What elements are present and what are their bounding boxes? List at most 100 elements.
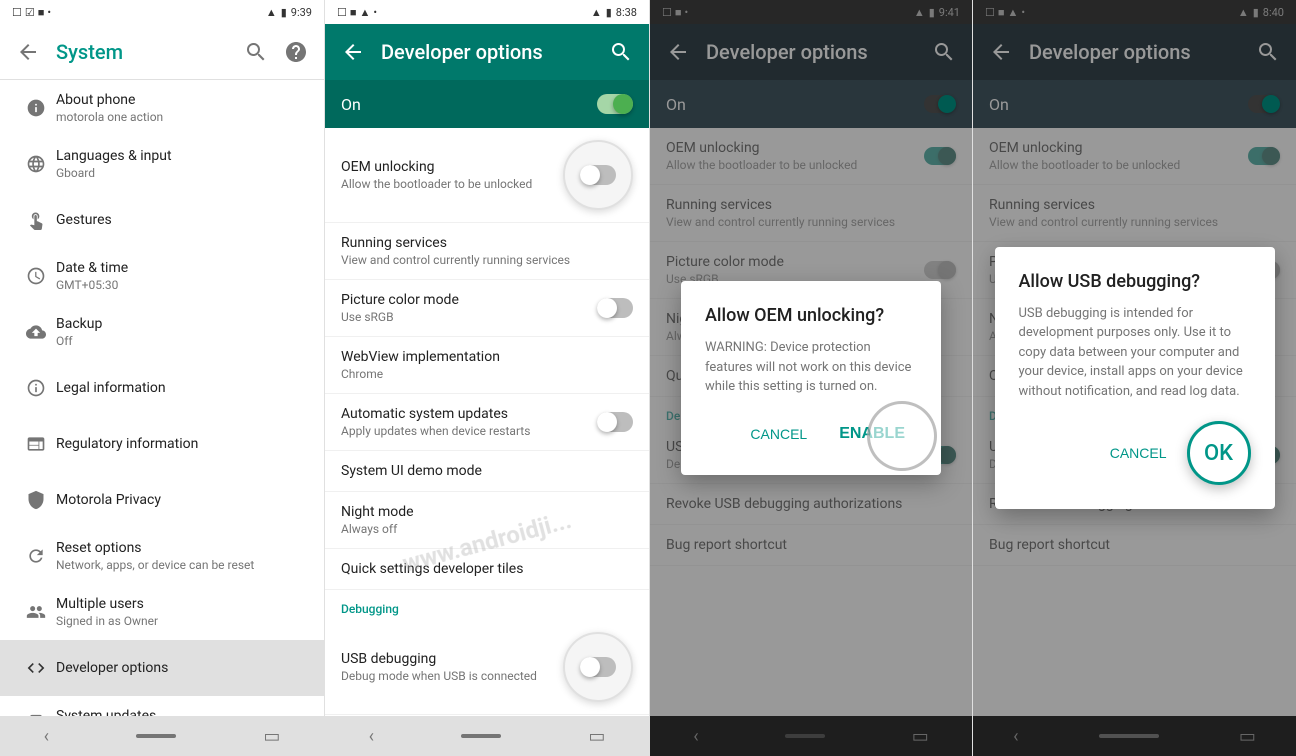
status-right-1: ▲ ▮ 9:39 <box>266 6 312 19</box>
nav-bar-1: ‹ ▭ <box>0 716 324 756</box>
usb-dialog-overlay: Allow USB debugging? USB debugging is in… <box>973 0 1296 756</box>
privacy-text: Motorola Privacy <box>56 492 308 508</box>
oem-toggle[interactable] <box>580 165 616 185</box>
settings-item-privacy[interactable]: Motorola Privacy <box>0 472 324 528</box>
running-text: Running services View and control curren… <box>341 235 633 267</box>
reset-icon <box>16 546 56 566</box>
oem-dialog-buttons: Cancel Enable <box>705 417 917 451</box>
dev-item-sysui[interactable]: System UI demo mode <box>325 451 649 492</box>
picture-text: Picture color mode Use sRGB <box>341 292 597 324</box>
usb-toggle-circle[interactable] <box>563 632 633 702</box>
nav-back-2[interactable]: ‹ <box>369 726 374 747</box>
settings-item-regulatory[interactable]: Regulatory information <box>0 416 324 472</box>
settings-item-gestures[interactable]: Gestures <box>0 192 324 248</box>
picture-toggle[interactable] <box>597 298 633 318</box>
status-bar-2: ☐ ■ ▲ • ▲ ▮ 8:38 <box>325 0 649 24</box>
oem-dialog-overlay: Allow OEM unlocking? WARNING: Device pro… <box>650 0 972 756</box>
dev-item-usb[interactable]: USB debugging Debug mode when USB is con… <box>325 620 649 715</box>
gestures-text: Gestures <box>56 212 308 228</box>
usb-ok-circle[interactable]: OK <box>1187 421 1251 485</box>
status-bar-1: ☐ ☑ ■ • ▲ ▮ 9:39 <box>0 0 324 24</box>
nav-back-1[interactable]: ‹ <box>44 726 49 747</box>
dev-item-picture[interactable]: Picture color mode Use sRGB <box>325 280 649 337</box>
usb-dialog-title: Allow USB debugging? <box>1019 271 1251 292</box>
wifi-icon: ▲ <box>266 6 277 19</box>
nav-recent-1[interactable]: ▭ <box>263 726 280 747</box>
back-button[interactable] <box>16 40 40 64</box>
sysui-text: System UI demo mode <box>341 463 633 479</box>
oem-cancel-button[interactable]: Cancel <box>738 417 819 451</box>
regulatory-icon <box>16 434 56 454</box>
dev-item-quicksettings[interactable]: Quick settings developer tiles <box>325 549 649 590</box>
status-icons-left: ☐ ☑ ■ • <box>12 6 51 19</box>
dev-item-webview[interactable]: WebView implementation Chrome <box>325 337 649 394</box>
languages-text: Languages & input Gboard <box>56 148 308 180</box>
info-icon <box>16 98 56 118</box>
users-text: Multiple users Signed in as Owner <box>56 596 308 628</box>
systemupdate-text: System updates Updated to Android 9 <box>56 708 308 716</box>
dev-toggle-2[interactable] <box>597 94 633 114</box>
debugging-section-2: Debugging <box>325 590 649 620</box>
notification-icon: ☐ <box>12 6 22 19</box>
users-icon <box>16 602 56 622</box>
oem-dialog-title: Allow OEM unlocking? <box>705 305 917 326</box>
system-appbar: System <box>0 24 324 80</box>
developer-options-oem-panel: ☐ ■ • ▲ ▮ 9:41 Developer options On OEM … <box>650 0 973 756</box>
nav-home-1[interactable] <box>136 734 176 738</box>
autoupdate-toggle[interactable] <box>597 412 633 432</box>
dev-item-autoupdate[interactable]: Automatic system updates Apply updates w… <box>325 394 649 451</box>
legal-text: Legal information <box>56 380 308 396</box>
language-icon <box>16 154 56 174</box>
dev-item-oem[interactable]: OEM unlocking Allow the bootloader to be… <box>325 128 649 223</box>
usb-dialog: Allow USB debugging? USB debugging is in… <box>995 247 1275 510</box>
nav-home-2[interactable] <box>461 734 501 738</box>
settings-item-systemupdate[interactable]: System updates Updated to Android 9 <box>0 696 324 716</box>
settings-item-about[interactable]: About phone motorola one action <box>0 80 324 136</box>
oem-toggle-circle[interactable] <box>563 140 633 210</box>
file-icon: ☑ <box>25 6 35 19</box>
dev-item-nightmode[interactable]: Night mode Always off <box>325 492 649 549</box>
signal-icon-2: ☐ <box>337 6 347 19</box>
about-text: About phone motorola one action <box>56 92 308 124</box>
lock-icon-2: ■ <box>350 6 357 19</box>
usb-ok-label: OK <box>1204 441 1233 466</box>
nav-bar-2: ‹ ▭ <box>325 716 649 756</box>
help-button[interactable] <box>284 40 308 64</box>
search-button-2[interactable] <box>609 40 633 64</box>
developer-options-panel: ☐ ■ ▲ • ▲ ▮ 8:38 Developer options On <box>325 0 650 756</box>
dev-toggle-row-2[interactable]: On <box>325 80 649 128</box>
about-subtitle: motorola one action <box>56 110 308 124</box>
nav-recent-2[interactable]: ▭ <box>588 726 605 747</box>
settings-item-developer[interactable]: Developer options <box>0 640 324 696</box>
developer-icon <box>16 658 56 678</box>
status-right-2: ▲ ▮ 8:38 <box>591 6 637 19</box>
dev-title-2: Developer options <box>381 40 593 64</box>
webview-text: WebView implementation Chrome <box>341 349 633 381</box>
system-settings-panel: ☐ ☑ ■ • ▲ ▮ 9:39 System Ab <box>0 0 325 756</box>
dev-appbar-2: Developer options <box>325 24 649 80</box>
settings-item-legal[interactable]: Legal information <box>0 360 324 416</box>
usb-dialog-buttons: Cancel OK <box>1019 421 1251 485</box>
developer-text: Developer options <box>56 660 308 676</box>
nightmode-text: Night mode Always off <box>341 504 633 536</box>
dev-toggle-label-2: On <box>341 95 361 114</box>
about-title: About phone <box>56 92 308 108</box>
back-button-2[interactable] <box>341 40 365 64</box>
oem-text: OEM unlocking Allow the bootloader to be… <box>341 159 563 191</box>
usb-dialog-body: USB debugging is intended for developmen… <box>1019 304 1251 402</box>
settings-item-users[interactable]: Multiple users Signed in as Owner <box>0 584 324 640</box>
settings-item-languages[interactable]: Languages & input Gboard <box>0 136 324 192</box>
usb-cancel-button[interactable]: Cancel <box>1098 421 1179 485</box>
regulatory-text: Regulatory information <box>56 436 308 452</box>
settings-item-datetime[interactable]: Date & time GMT+05:30 <box>0 248 324 304</box>
dev-list-2: OEM unlocking Allow the bootloader to be… <box>325 128 649 716</box>
status-icons-left-2: ☐ ■ ▲ • <box>337 6 377 19</box>
settings-item-backup[interactable]: Backup Off <box>0 304 324 360</box>
quicksettings-text: Quick settings developer tiles <box>341 561 633 577</box>
backup-text: Backup Off <box>56 316 308 348</box>
dev-item-running[interactable]: Running services View and control curren… <box>325 223 649 280</box>
usb-toggle[interactable] <box>580 657 616 677</box>
search-button[interactable] <box>244 40 268 64</box>
settings-item-reset[interactable]: Reset options Network, apps, or device c… <box>0 528 324 584</box>
time-2: 8:38 <box>616 6 637 19</box>
